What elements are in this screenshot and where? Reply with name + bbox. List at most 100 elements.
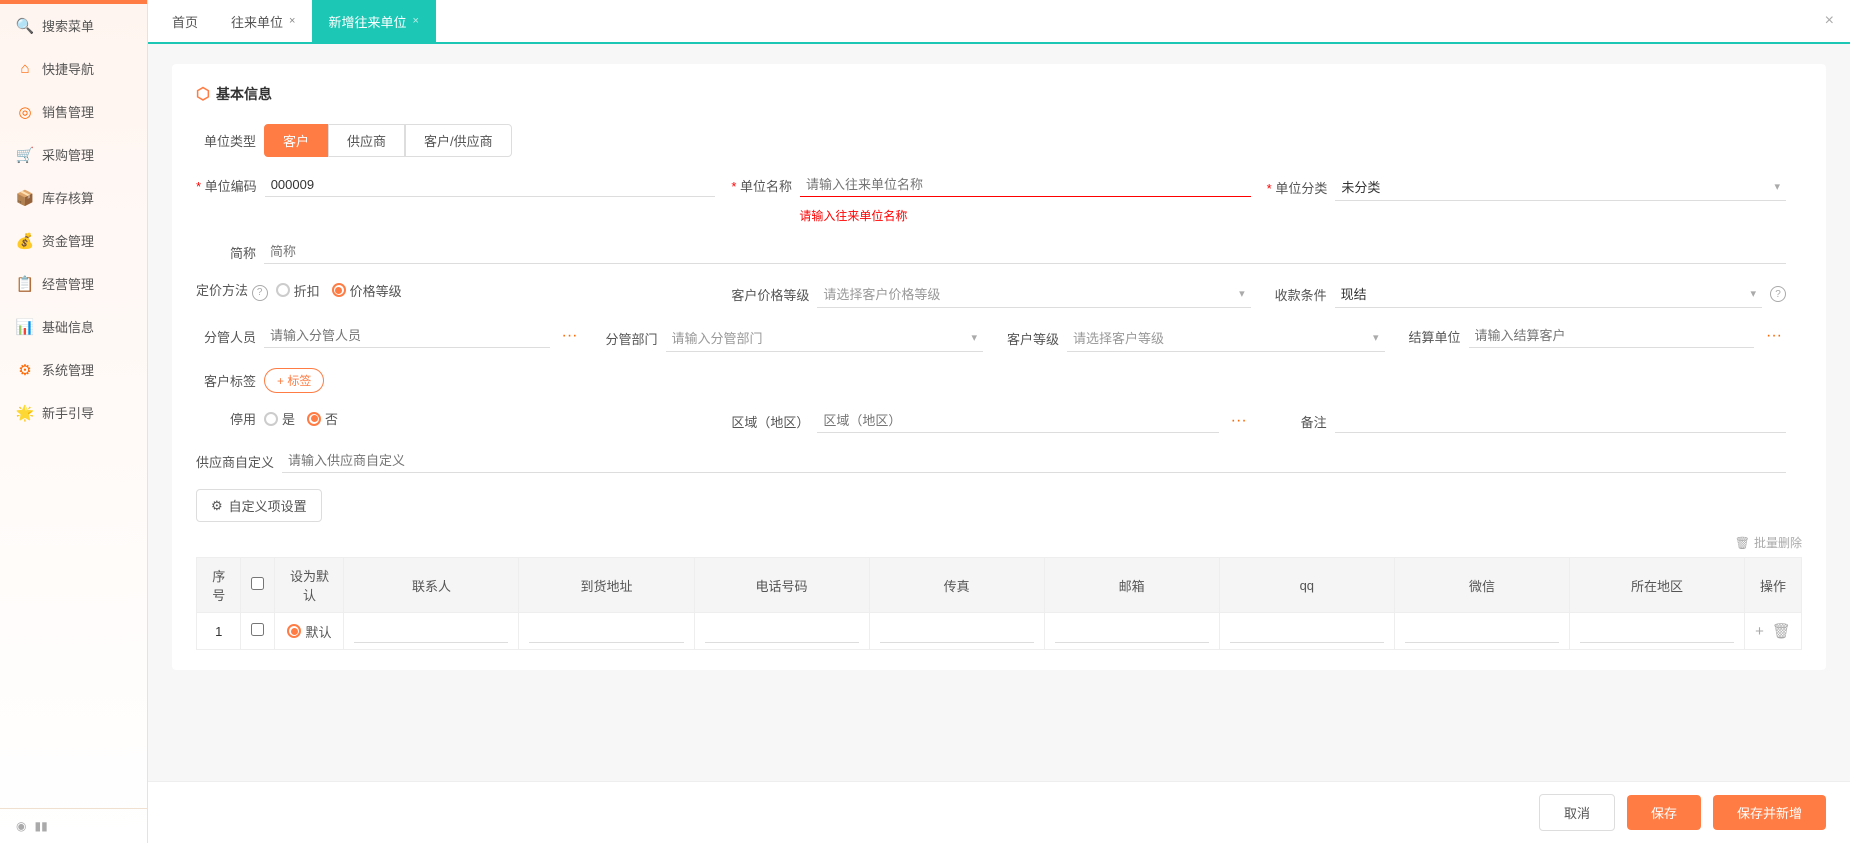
row-qq-input[interactable] (1230, 619, 1384, 643)
radio-price-level[interactable]: 价格等级 (332, 281, 402, 300)
radio-discount-label: 折扣 (294, 281, 320, 300)
unit-type-supplier-btn[interactable]: 供应商 (328, 124, 405, 157)
row-address-input[interactable] (529, 619, 683, 643)
region-field: 区域（地区） ··· (731, 409, 1266, 433)
radio-no[interactable]: 否 (307, 409, 338, 428)
pricing-row: 定价方法 ? 折扣 价格等级 客户 (196, 280, 1802, 308)
sidebar-item-funds[interactable]: 💰 资金管理 (0, 219, 147, 262)
payment-terms-label: 收款条件 (1267, 285, 1327, 304)
sidebar-item-basic[interactable]: 📊 基础信息 (0, 305, 147, 348)
unit-name-field: 单位名称 请输入往来单位名称 (731, 173, 1266, 224)
unit-category-select[interactable]: 未分类 ▾ (1335, 173, 1786, 201)
row-seq: 1 (197, 613, 241, 650)
row-fax-input[interactable] (880, 619, 1034, 643)
manager-label: 分管人员 (196, 327, 256, 346)
radio-yes[interactable]: 是 (264, 409, 295, 428)
payment-terms-help-icon[interactable]: ? (1770, 286, 1786, 302)
add-tag-button[interactable]: + 标签 (264, 368, 324, 393)
sidebar-item-guide[interactable]: 🌟 新手引导 (0, 391, 147, 434)
unit-type-field: 单位类型 客户 供应商 客户/供应商 (196, 124, 1802, 157)
save-new-button[interactable]: 保存并新增 (1713, 795, 1826, 830)
unit-code-label: 单位编码 (196, 176, 257, 195)
manager-more-btn[interactable]: ··· (558, 327, 582, 345)
customer-price-level-field: 客户价格等级 请选择客户价格等级 ▾ (731, 280, 1266, 308)
remark-field: 备注 (1267, 409, 1802, 433)
disabled-region-row: 停用 是 否 区域（地区） ··· (196, 409, 1802, 433)
radio-price-level-label: 价格等级 (350, 281, 402, 300)
row-email-input[interactable] (1055, 619, 1209, 643)
row-phone-input[interactable] (705, 619, 859, 643)
sidebar-item-label: 采购管理 (42, 145, 94, 164)
unit-code-input[interactable] (265, 173, 716, 197)
supplier-custom-row: 供应商自定义 (196, 449, 1802, 473)
sidebar-item-operations[interactable]: 📋 经营管理 (0, 262, 147, 305)
unit-type-customer-btn[interactable]: 客户 (264, 124, 328, 157)
tab-partners-close[interactable]: × (289, 15, 295, 27)
sidebar-item-sales[interactable]: ◎ 销售管理 (0, 90, 147, 133)
payment-terms-select[interactable]: 现结 ▾ (1335, 280, 1762, 308)
select-all-checkbox[interactable] (251, 577, 264, 590)
row-address (519, 613, 694, 650)
tab-new-partner[interactable]: 新增往来单位 × (312, 0, 435, 43)
home-icon: ⌂ (16, 60, 34, 78)
tab-new-partner-label: 新增往来单位 (328, 12, 406, 31)
supplier-custom-input[interactable] (282, 449, 1786, 473)
dept-field: 分管部门 请输入分管部门 ▾ (598, 324, 1000, 352)
tabs-close-all-button[interactable]: × (1817, 12, 1842, 30)
radio-discount[interactable]: 折扣 (276, 281, 320, 300)
unit-category-arrow: ▾ (1774, 180, 1780, 193)
remark-input[interactable] (1335, 409, 1786, 433)
row-contact (344, 613, 519, 650)
tab-new-partner-close[interactable]: × (412, 15, 418, 27)
unit-type-both-btn[interactable]: 客户/供应商 (405, 124, 512, 157)
inventory-icon: 📦 (16, 189, 34, 207)
unit-type-group: 客户 供应商 客户/供应商 (264, 124, 512, 157)
settlement-unit-label: 结算单位 (1401, 327, 1461, 346)
row-region-input[interactable] (1580, 619, 1734, 643)
tab-home[interactable]: 首页 (156, 0, 215, 43)
code-name-category-row: 单位编码 单位名称 请输入往来单位名称 单位分类 未分类 ▾ (196, 173, 1802, 224)
cancel-button[interactable]: 取消 (1539, 794, 1615, 831)
settlement-unit-more-btn[interactable]: ··· (1762, 327, 1786, 345)
row-contact-input[interactable] (354, 619, 508, 643)
unit-name-input[interactable] (800, 173, 1251, 197)
row-add-btn[interactable]: + (1755, 623, 1764, 640)
row-default-radio[interactable]: 默认 (285, 622, 333, 641)
customer-level-label: 客户等级 (999, 329, 1059, 348)
row-wechat-input[interactable] (1405, 619, 1559, 643)
abbr-field: 简称 (196, 240, 1802, 264)
tab-bar: 首页 往来单位 × 新增往来单位 × × (148, 0, 1850, 44)
row-select-checkbox[interactable] (251, 623, 264, 636)
sidebar-item-label: 新手引导 (42, 403, 94, 422)
manager-input[interactable] (264, 324, 550, 348)
disabled-radio-group: 是 否 (264, 409, 338, 428)
customer-price-level-select[interactable]: 请选择客户价格等级 ▾ (817, 280, 1250, 308)
unit-name-error-msg: 请输入往来单位名称 (799, 207, 907, 224)
settlement-unit-input[interactable] (1469, 324, 1755, 348)
row-wechat (1394, 613, 1569, 650)
col-qq: qq (1219, 558, 1394, 613)
dept-arrow: ▾ (971, 331, 977, 344)
funds-icon: 💰 (16, 232, 34, 250)
customer-level-select[interactable]: 请选择客户等级 ▾ (1067, 324, 1385, 352)
sidebar-item-system[interactable]: ⚙ 系统管理 (0, 348, 147, 391)
payment-terms-arrow: ▾ (1750, 287, 1756, 300)
save-button[interactable]: 保存 (1627, 795, 1701, 830)
region-more-btn[interactable]: ··· (1227, 412, 1251, 430)
sidebar-item-inventory[interactable]: 📦 库存核算 (0, 176, 147, 219)
sidebar-item-search[interactable]: 🔍 搜索菜单 (0, 4, 147, 47)
sidebar-item-label: 库存核算 (42, 188, 94, 207)
custom-settings-button[interactable]: ⚙ 自定义项设置 (196, 489, 322, 522)
unit-type-row: 单位类型 客户 供应商 客户/供应商 (196, 124, 1802, 157)
row-checkbox (241, 613, 275, 650)
dept-select[interactable]: 请输入分管部门 ▾ (666, 324, 984, 352)
pricing-help-icon[interactable]: ? (252, 285, 268, 301)
region-input[interactable] (817, 409, 1218, 433)
batch-delete-label[interactable]: 批量删除 (1754, 534, 1802, 551)
sidebar-item-quicknav[interactable]: ⌂ 快捷导航 (0, 47, 147, 90)
abbr-input[interactable] (264, 240, 1786, 264)
sidebar-item-purchase[interactable]: 🛒 采购管理 (0, 133, 147, 176)
tab-partners[interactable]: 往来单位 × (215, 0, 312, 43)
row-delete-btn[interactable]: 🗑 (1772, 622, 1791, 640)
tab-partners-label: 往来单位 (231, 12, 283, 31)
